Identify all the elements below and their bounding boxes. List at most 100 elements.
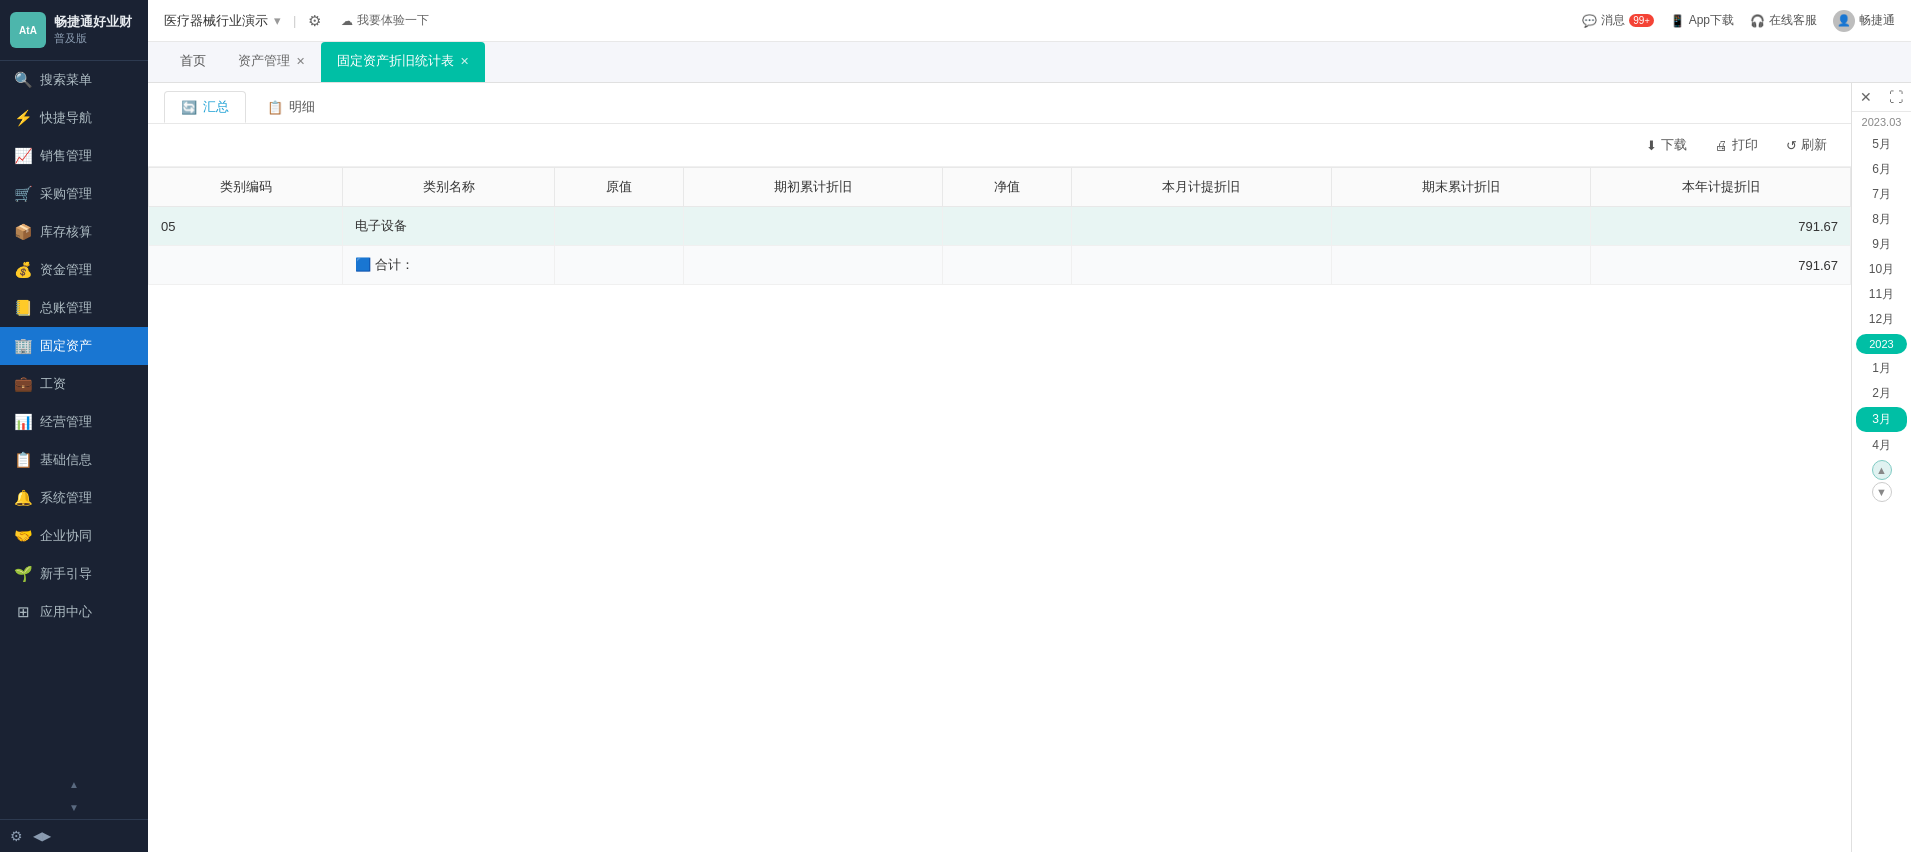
- subtab-summary-label: 汇总: [203, 98, 229, 116]
- sidebar-item-sales[interactable]: 📈销售管理: [0, 137, 148, 175]
- user-avatar: 👤: [1833, 10, 1855, 32]
- sidebar-item-inventory[interactable]: 📦库存核算: [0, 213, 148, 251]
- message-icon: 💬: [1582, 14, 1597, 28]
- online-service-label: 在线客服: [1769, 12, 1817, 29]
- tab-depreciation-close[interactable]: ✕: [460, 55, 469, 68]
- sidebar-item-payroll[interactable]: 💼工资: [0, 365, 148, 403]
- sidebar-label-operations: 经营管理: [40, 413, 92, 431]
- month-item-2023-2[interactable]: 2月: [1852, 381, 1911, 406]
- messages-btn[interactable]: 💬 消息 99+: [1582, 12, 1653, 29]
- sidebar-nav: 🔍搜索菜单 ⚡ 快捷导航 📈销售管理🛒采购管理📦库存核算 💰 资金管理 📒总账管理🏢固定资产…: [0, 61, 148, 773]
- tab-home-label: 首页: [180, 52, 206, 70]
- messages-label: 消息: [1601, 12, 1625, 29]
- tab-home[interactable]: 首页: [164, 42, 222, 82]
- sidebar-item-finance[interactable]: 💰 资金管理: [0, 251, 148, 289]
- user-label: 畅捷通: [1859, 12, 1895, 29]
- sidebar-item-app-center[interactable]: ⊞应用中心: [0, 593, 148, 631]
- tab-asset-close[interactable]: ✕: [296, 55, 305, 68]
- sidebar-item-quick-nav[interactable]: ⚡ 快捷导航: [0, 99, 148, 137]
- month-item[interactable]: 12月: [1852, 307, 1911, 332]
- close-panel-icon[interactable]: ✕: [1860, 89, 1872, 105]
- print-label: 打印: [1732, 136, 1758, 154]
- total-label: 合计：: [375, 257, 414, 272]
- scroll-up[interactable]: ▲: [69, 775, 79, 794]
- year-badge-2023[interactable]: 2023: [1856, 334, 1907, 354]
- tab-depreciation[interactable]: 固定资产折旧统计表 ✕: [321, 42, 485, 82]
- month-item[interactable]: 10月: [1852, 257, 1911, 282]
- sidebar-item-fixed-assets[interactable]: 🏢固定资产: [0, 327, 148, 365]
- month-item[interactable]: 9月: [1852, 232, 1911, 257]
- tab-asset-label: 资产管理: [238, 52, 290, 70]
- user-btn[interactable]: 👤 畅捷通: [1833, 10, 1895, 32]
- total-net-value: [943, 246, 1072, 285]
- basic-info-icon: 📋: [14, 451, 32, 469]
- topbar-settings-icon[interactable]: ⚙: [308, 12, 321, 30]
- subtab-detail-label: 明细: [289, 98, 315, 116]
- month-item[interactable]: 6月: [1852, 157, 1911, 182]
- panel-scroll-down[interactable]: ▼: [1872, 482, 1892, 502]
- col-period-accum: 期末累计折旧: [1331, 168, 1591, 207]
- sidebar-item-search[interactable]: 🔍搜索菜单: [0, 61, 148, 99]
- print-btn[interactable]: 🖨 打印: [1707, 132, 1766, 158]
- total-annual-depr: 791.67: [1591, 246, 1851, 285]
- month-item[interactable]: 5月: [1852, 132, 1911, 157]
- sidebar-item-collab[interactable]: 🤝企业协同: [0, 517, 148, 555]
- print-icon: 🖨: [1715, 138, 1728, 153]
- sidebar-settings-icon[interactable]: ⚙: [10, 828, 23, 844]
- sidebar-item-basic-info[interactable]: 📋基础信息: [0, 441, 148, 479]
- messages-badge: 99+: [1629, 14, 1653, 27]
- table-wrap: 类别编码 类别名称 原值 期初累计折旧 净值 本月计提折旧 期末累计折旧 本年计…: [148, 167, 1851, 852]
- depreciation-table: 类别编码 类别名称 原值 期初累计折旧 净值 本月计提折旧 期末累计折旧 本年计…: [148, 167, 1851, 285]
- app-title: 畅捷通好业财: [54, 14, 132, 31]
- month-item[interactable]: 11月: [1852, 282, 1911, 307]
- sidebar-label-finance: 资金管理: [40, 261, 92, 279]
- col-monthly-depr: 本月计提折旧: [1071, 168, 1331, 207]
- scroll-down[interactable]: ▼: [69, 798, 79, 817]
- month-item-2023-1[interactable]: 1月: [1852, 356, 1911, 381]
- topbar-right: 💬 消息 99+ 📱 App下载 🎧 在线客服 👤 畅捷通: [1582, 10, 1895, 32]
- inventory-icon: 📦: [14, 223, 32, 241]
- panel-scroll-up[interactable]: ▲: [1872, 460, 1892, 480]
- online-service-btn[interactable]: 🎧 在线客服: [1750, 12, 1817, 29]
- month-item-2023-4[interactable]: 4月: [1852, 433, 1911, 458]
- sidebar-item-purchase[interactable]: 🛒采购管理: [0, 175, 148, 213]
- refresh-btn[interactable]: ↺ 刷新: [1778, 132, 1835, 158]
- cell-initial-accum: [683, 207, 943, 246]
- company-selector[interactable]: 医疗器械行业演示 ▾: [164, 12, 281, 30]
- subtab-detail[interactable]: 📋 明细: [250, 91, 332, 123]
- sidebar-label-fixed-assets: 固定资产: [40, 337, 92, 355]
- guide-icon: 🌱: [14, 565, 32, 583]
- cell-code: 05: [149, 207, 343, 246]
- cell-name: 电子设备: [343, 207, 555, 246]
- expand-panel-icon[interactable]: ⛶: [1889, 89, 1903, 105]
- finance-icon: 💰: [14, 261, 32, 279]
- headset-icon: 🎧: [1750, 14, 1765, 28]
- col-name: 类别名称: [343, 168, 555, 207]
- sidebar-label-collab: 企业协同: [40, 527, 92, 545]
- sidebar-label-guide: 新手引导: [40, 565, 92, 583]
- sidebar-item-sys-mgmt[interactable]: 🔔系统管理: [0, 479, 148, 517]
- sidebar-collapse-icon[interactable]: ◀▶: [33, 829, 51, 843]
- current-period-label: 2023.03: [1852, 112, 1911, 132]
- refresh-label: 刷新: [1801, 136, 1827, 154]
- sidebar-item-guide[interactable]: 🌱 新手引导: [0, 555, 148, 593]
- subtab-summary[interactable]: 🔄 汇总: [164, 91, 246, 123]
- quick-nav-icon: ⚡: [14, 109, 32, 127]
- experience-btn[interactable]: ☁ 我要体验一下: [341, 12, 429, 29]
- topbar-sep1: |: [293, 13, 296, 28]
- month-item-2023-3[interactable]: 3月: [1856, 407, 1907, 432]
- app-download-btn[interactable]: 📱 App下载: [1670, 12, 1734, 29]
- month-item[interactable]: 7月: [1852, 182, 1911, 207]
- download-btn[interactable]: ⬇ 下载: [1638, 132, 1695, 158]
- sidebar-label-quick-nav: 快捷导航: [40, 109, 92, 127]
- tab-asset-mgmt[interactable]: 资产管理 ✕: [222, 42, 321, 82]
- month-item[interactable]: 8月: [1852, 207, 1911, 232]
- col-annual-depr: 本年计提折旧: [1591, 168, 1851, 207]
- sidebar-item-operations[interactable]: 📊经营管理: [0, 403, 148, 441]
- app-logo: AtA: [10, 12, 46, 48]
- sidebar-footer: ⚙ ◀▶: [0, 819, 148, 852]
- col-original: 原值: [554, 168, 683, 207]
- sidebar-item-ledger[interactable]: 📒总账管理: [0, 289, 148, 327]
- right-panel: ✕ ⛶ 2023.03 5月6月7月8月9月10月11月12月20231月2月3…: [1851, 83, 1911, 852]
- sales-icon: 📈: [14, 147, 32, 165]
